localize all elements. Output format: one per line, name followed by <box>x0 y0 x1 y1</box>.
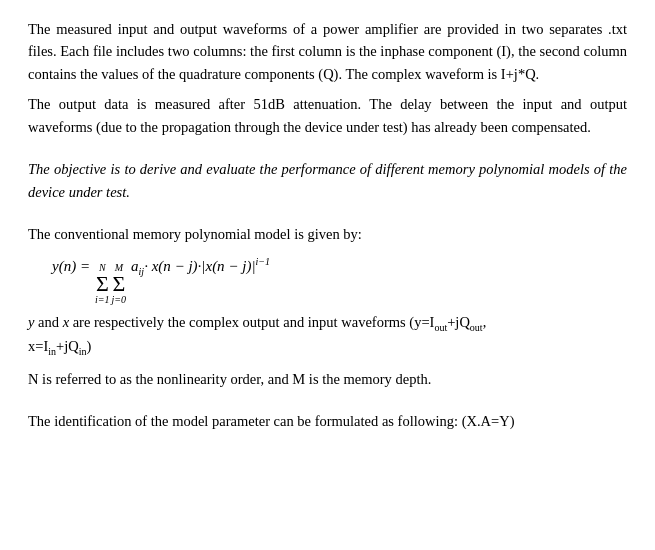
para5-end-paren: ) <box>87 338 92 354</box>
paragraph-5: y and x are respectively the complex out… <box>28 311 627 360</box>
formula-row: y(n) = N Σ i=1 M Σ j=0 aij· x(n − j)·|x(… <box>52 254 627 305</box>
para5-text2: +jQ <box>447 314 470 330</box>
para5-text3: +jQ <box>56 338 79 354</box>
sigma2-sub: j=0 <box>112 295 127 305</box>
para5-x-eq: x=I <box>28 338 48 354</box>
qin-sub: in <box>79 346 87 357</box>
spacer-3 <box>28 398 627 410</box>
sigma1-sub: i=1 <box>95 295 110 305</box>
sigma2-sym: Σ <box>112 273 125 295</box>
paragraph-6: N is referred to as the nonlinearity ord… <box>28 368 627 390</box>
formula-exp: i−1 <box>256 256 271 267</box>
para5-and: and <box>34 314 62 330</box>
paragraph-4: The conventional memory polynomial model… <box>28 223 627 245</box>
paragraph-1: The measured input and output waveforms … <box>28 18 627 85</box>
paragraph-3-italic: The objective is to derive and evaluate … <box>28 158 627 203</box>
paragraph-7: The identification of the model paramete… <box>28 410 627 432</box>
formula-rest: · x(n − j)·|x(n − j)| <box>144 258 255 274</box>
sigma-2: M Σ j=0 <box>112 263 127 305</box>
formula-a: a <box>131 258 139 274</box>
para5-comma: , <box>483 314 487 330</box>
sigma-1: N Σ i=1 <box>95 263 110 305</box>
double-sigma: N Σ i=1 M Σ j=0 <box>94 263 127 305</box>
sigma1-sym: Σ <box>96 273 109 295</box>
formula-lhs: y(n) = <box>52 255 90 278</box>
out-sub1: out <box>434 322 447 333</box>
para5-text1: are respectively the complex output and … <box>69 314 434 330</box>
paragraph-2: The output data is measured after 51dB a… <box>28 93 627 138</box>
spacer-1 <box>28 146 627 158</box>
qout-sub: out <box>470 322 483 333</box>
in-sub1: in <box>48 346 56 357</box>
formula-rhs: aij· x(n − j)·|x(n − j)|i−1 <box>131 254 270 280</box>
spacer-2 <box>28 211 627 223</box>
